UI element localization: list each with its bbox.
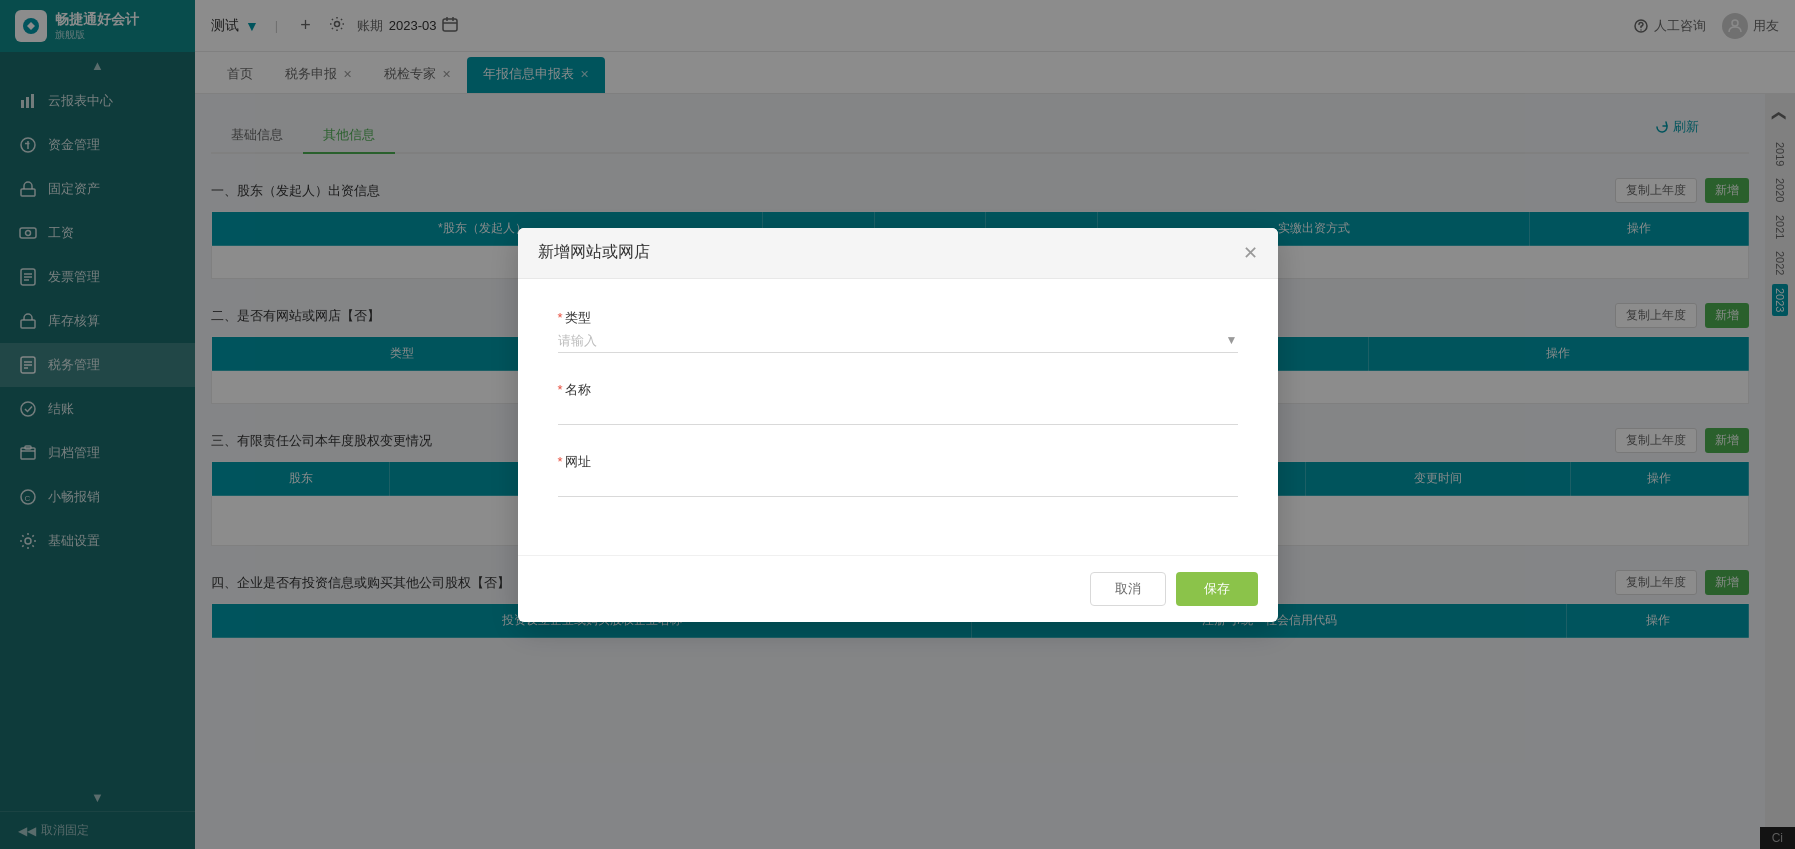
form-row-name: * 名称 [558, 381, 1238, 425]
dialog-footer: 取消 保存 [518, 555, 1278, 622]
required-star-url: * [558, 454, 563, 469]
required-star-name: * [558, 382, 563, 397]
dropdown-icon[interactable]: ▼ [1226, 333, 1238, 347]
label-text-type: 类型 [565, 309, 591, 327]
name-input[interactable] [558, 405, 1238, 420]
dialog-title: 新增网站或网店 [538, 242, 650, 263]
cancel-button[interactable]: 取消 [1090, 572, 1166, 606]
form-input-wrapper-type: ▼ [558, 333, 1238, 353]
label-text-name: 名称 [565, 381, 591, 399]
type-input[interactable] [558, 333, 1226, 348]
form-label-type: * 类型 [558, 309, 1238, 327]
save-button[interactable]: 保存 [1176, 572, 1258, 606]
required-star-type: * [558, 310, 563, 325]
form-label-url: * 网址 [558, 453, 1238, 471]
form-input-wrapper-name [558, 405, 1238, 425]
url-input[interactable] [558, 477, 1238, 492]
dialog-body: * 类型 ▼ * 名称 * [518, 279, 1278, 555]
dialog-close-button[interactable]: ✕ [1243, 242, 1258, 264]
label-text-url: 网址 [565, 453, 591, 471]
form-input-wrapper-url [558, 477, 1238, 497]
form-label-name: * 名称 [558, 381, 1238, 399]
modal-overlay[interactable]: 新增网站或网店 ✕ * 类型 ▼ * 名称 [0, 0, 1795, 849]
form-row-type: * 类型 ▼ [558, 309, 1238, 353]
dialog-header: 新增网站或网店 ✕ [518, 228, 1278, 279]
dialog-add-website: 新增网站或网店 ✕ * 类型 ▼ * 名称 [518, 228, 1278, 622]
form-row-url: * 网址 [558, 453, 1238, 497]
